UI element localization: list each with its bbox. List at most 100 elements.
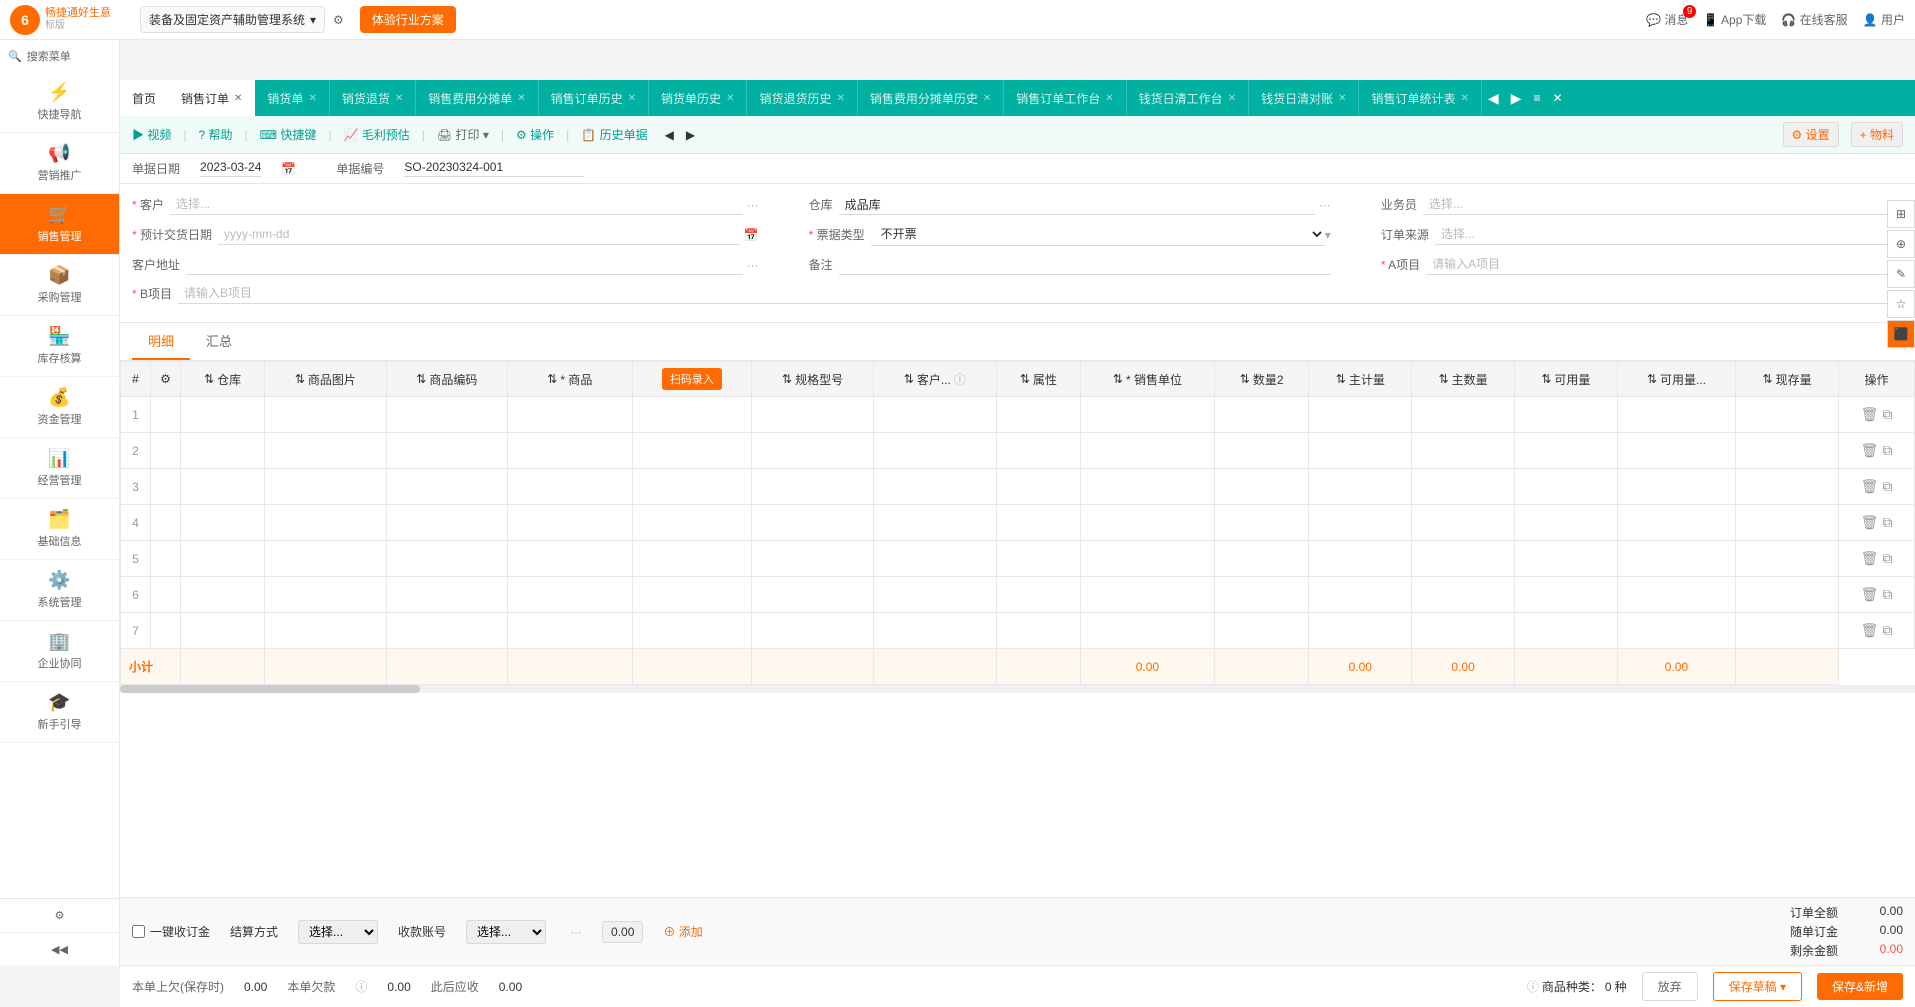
notification-area[interactable]: 💬 消息 9 <box>1646 11 1688 28</box>
tab-next-button[interactable]: ▶ <box>1505 90 1528 107</box>
right-float-btn-3[interactable]: ✎ <box>1887 260 1915 288</box>
save-new-button[interactable]: 保存&新增 <box>1817 973 1903 1000</box>
tab-close-expense-history[interactable]: ✕ <box>983 93 991 104</box>
tab-daily-reconcile[interactable]: 钱货日清对账 ✕ <box>1249 80 1359 116</box>
col-warehouse[interactable]: ⇅仓库 <box>181 362 265 397</box>
gear-icon[interactable]: ⚙ <box>333 13 344 27</box>
row-copy-icon[interactable]: ⧉ <box>1882 514 1892 531</box>
sidebar-item-inventory[interactable]: 🏪 库存核算 <box>0 316 119 377</box>
row-delete-icon[interactable]: 🗑 <box>1861 586 1879 603</box>
sidebar-item-settings[interactable]: ⚙ <box>0 899 119 933</box>
col-settings[interactable]: ⚙ <box>151 362 181 397</box>
tab-sales-order-history[interactable]: 销售订单历史 ✕ <box>539 80 649 116</box>
tab-sales-stats[interactable]: 销售订单统计表 ✕ <box>1359 80 1481 116</box>
col-code[interactable]: ⇅商品编码 <box>386 362 507 397</box>
app-download-link[interactable]: 📱 App下载 <box>1703 11 1766 28</box>
horizontal-scrollbar[interactable] <box>120 685 1915 693</box>
right-float-btn-5[interactable]: ⬛ <box>1887 320 1915 348</box>
sidebar-item-system[interactable]: ⚙️ 系统管理 <box>0 560 119 621</box>
tab-summary[interactable]: 汇总 <box>190 323 248 360</box>
shortcuts-link[interactable]: ⌨ 快捷键 <box>260 126 317 143</box>
col-scan[interactable]: 扫码录入 <box>632 362 752 397</box>
row-copy-icon[interactable]: ⧉ <box>1882 622 1892 639</box>
history-link[interactable]: 📋 历史单据 <box>581 126 647 143</box>
bank-expand-icon[interactable]: ··· <box>570 925 582 939</box>
sidebar-item-sales[interactable]: 🛒 销售管理 <box>0 194 119 255</box>
row-delete-icon[interactable]: 🗑 <box>1861 478 1879 495</box>
customer-address-input[interactable] <box>186 254 743 275</box>
tab-close-all-button[interactable]: ✕ <box>1546 91 1568 105</box>
sidebar-item-purchase[interactable]: 📦 采购管理 <box>0 255 119 316</box>
tab-close-receipt-history[interactable]: ✕ <box>726 93 734 104</box>
tab-close-daily-clear-workbench[interactable]: ✕ <box>1228 93 1236 104</box>
remark-input[interactable] <box>839 254 1331 275</box>
bank-account-select[interactable]: 选择... <box>466 920 546 944</box>
print-button[interactable]: 🖨 打印 ▾ <box>437 126 489 143</box>
tab-detail[interactable]: 明细 <box>132 323 190 360</box>
row-delete-icon[interactable]: 🗑 <box>1861 622 1879 639</box>
tab-sales-workbench[interactable]: 销售订单工作台 ✕ <box>1004 80 1126 116</box>
col-customer-code[interactable]: ⇅客户...ⓘ <box>873 362 996 397</box>
quick-order-checkbox[interactable] <box>132 925 145 938</box>
col-main-qty[interactable]: ⇅主数量 <box>1412 362 1515 397</box>
customer-expand-icon[interactable]: ··· <box>747 198 759 212</box>
operations-link[interactable]: ⚙ 操作 <box>516 126 554 143</box>
online-service-link[interactable]: 🎧 在线客服 <box>1781 11 1847 28</box>
sidebar-item-search[interactable]: 🔍 搜索菜单 <box>0 40 119 72</box>
tab-close-sales-order-history[interactable]: ✕ <box>628 93 636 104</box>
row-copy-icon[interactable]: ⧉ <box>1882 478 1892 495</box>
payment-method-select[interactable]: 选择... <box>298 920 378 944</box>
tab-close-sales-stats[interactable]: ✕ <box>1461 93 1469 104</box>
tab-close-daily-reconcile[interactable]: ✕ <box>1338 93 1346 104</box>
expected-date-input[interactable] <box>218 224 740 245</box>
nav-prev-icon[interactable]: ◀ <box>665 128 674 142</box>
invoice-select[interactable]: 不开票 <box>871 223 1325 246</box>
row-delete-icon[interactable]: 🗑 <box>1861 550 1879 567</box>
tab-daily-clear-workbench[interactable]: 钱货日清工作台 ✕ <box>1127 80 1249 116</box>
add-button[interactable]: ⊕ 添加 <box>663 923 702 940</box>
right-float-btn-4[interactable]: ☆ <box>1887 290 1915 318</box>
sidebar-item-quick-nav[interactable]: ⚡ 快捷导航 <box>0 72 119 133</box>
row-delete-icon[interactable]: 🗑 <box>1861 442 1879 459</box>
address-expand-icon[interactable]: ··· <box>747 258 759 272</box>
help-link[interactable]: ? 帮助 <box>199 126 233 143</box>
settings-button[interactable]: ⚙ 设置 <box>1783 122 1839 147</box>
discard-button[interactable]: 放弃 <box>1642 972 1698 1001</box>
sidebar-item-finance[interactable]: 💰 资金管理 <box>0 377 119 438</box>
col-attr[interactable]: ⇅属性 <box>996 362 1080 397</box>
col-goods[interactable]: ⇅* 商品 <box>508 362 632 397</box>
row-delete-icon[interactable]: 🗑 <box>1861 406 1879 423</box>
sidebar-item-collapse[interactable]: ◀◀ <box>0 933 119 967</box>
tab-close-sales-workbench[interactable]: ✕ <box>1105 93 1113 104</box>
tab-receipt-history[interactable]: 销货单历史 ✕ <box>649 80 747 116</box>
order-source-input[interactable] <box>1435 224 1897 245</box>
right-float-btn-1[interactable]: ⊞ <box>1887 200 1915 228</box>
col-image[interactable]: ⇅商品图片 <box>265 362 386 397</box>
user-avatar[interactable]: 👤 用户 <box>1863 11 1905 28</box>
scan-button[interactable]: 扫码录入 <box>662 368 722 390</box>
industry-button[interactable]: 体验行业方案 <box>360 6 456 33</box>
col-spec[interactable]: ⇅规格型号 <box>752 362 873 397</box>
row-copy-icon[interactable]: ⧉ <box>1882 406 1892 423</box>
calendar-icon[interactable]: 📅 <box>281 162 296 176</box>
col-qty2[interactable]: ⇅数量2 <box>1214 362 1309 397</box>
tab-close-sales-expense[interactable]: ✕ <box>517 93 525 104</box>
col-main-unit[interactable]: ⇅主计量 <box>1309 362 1412 397</box>
tab-homepage[interactable]: 首页 <box>120 80 169 116</box>
add-goods-button[interactable]: + 物料 <box>1851 122 1903 147</box>
sidebar-item-marketing[interactable]: 📢 营销推广 <box>0 133 119 194</box>
tab-prev-button[interactable]: ◀ <box>1482 90 1505 107</box>
tab-close-sales-order[interactable]: ✕ <box>234 93 242 104</box>
sidebar-item-basic-info[interactable]: 🗂️ 基础信息 <box>0 499 119 560</box>
sidebar-item-guide[interactable]: 🎓 新手引导 <box>0 682 119 743</box>
nav-next-icon[interactable]: ▶ <box>686 128 695 142</box>
tab-sales-order[interactable]: 销售订单 ✕ <box>169 80 255 116</box>
tab-return-history[interactable]: 销货退货历史 ✕ <box>747 80 857 116</box>
app-selector[interactable]: 装备及固定资产辅助管理系统 ▾ <box>140 6 325 33</box>
salesperson-input[interactable] <box>1423 194 1887 215</box>
tab-more-button[interactable]: ≡ <box>1527 91 1546 105</box>
date-picker-icon[interactable]: 📅 <box>744 228 759 242</box>
view-video-link[interactable]: ▶ 视频 <box>132 126 171 143</box>
row-copy-icon[interactable]: ⧉ <box>1882 550 1892 567</box>
tab-expense-history[interactable]: 销售费用分摊单历史 ✕ <box>858 80 1004 116</box>
